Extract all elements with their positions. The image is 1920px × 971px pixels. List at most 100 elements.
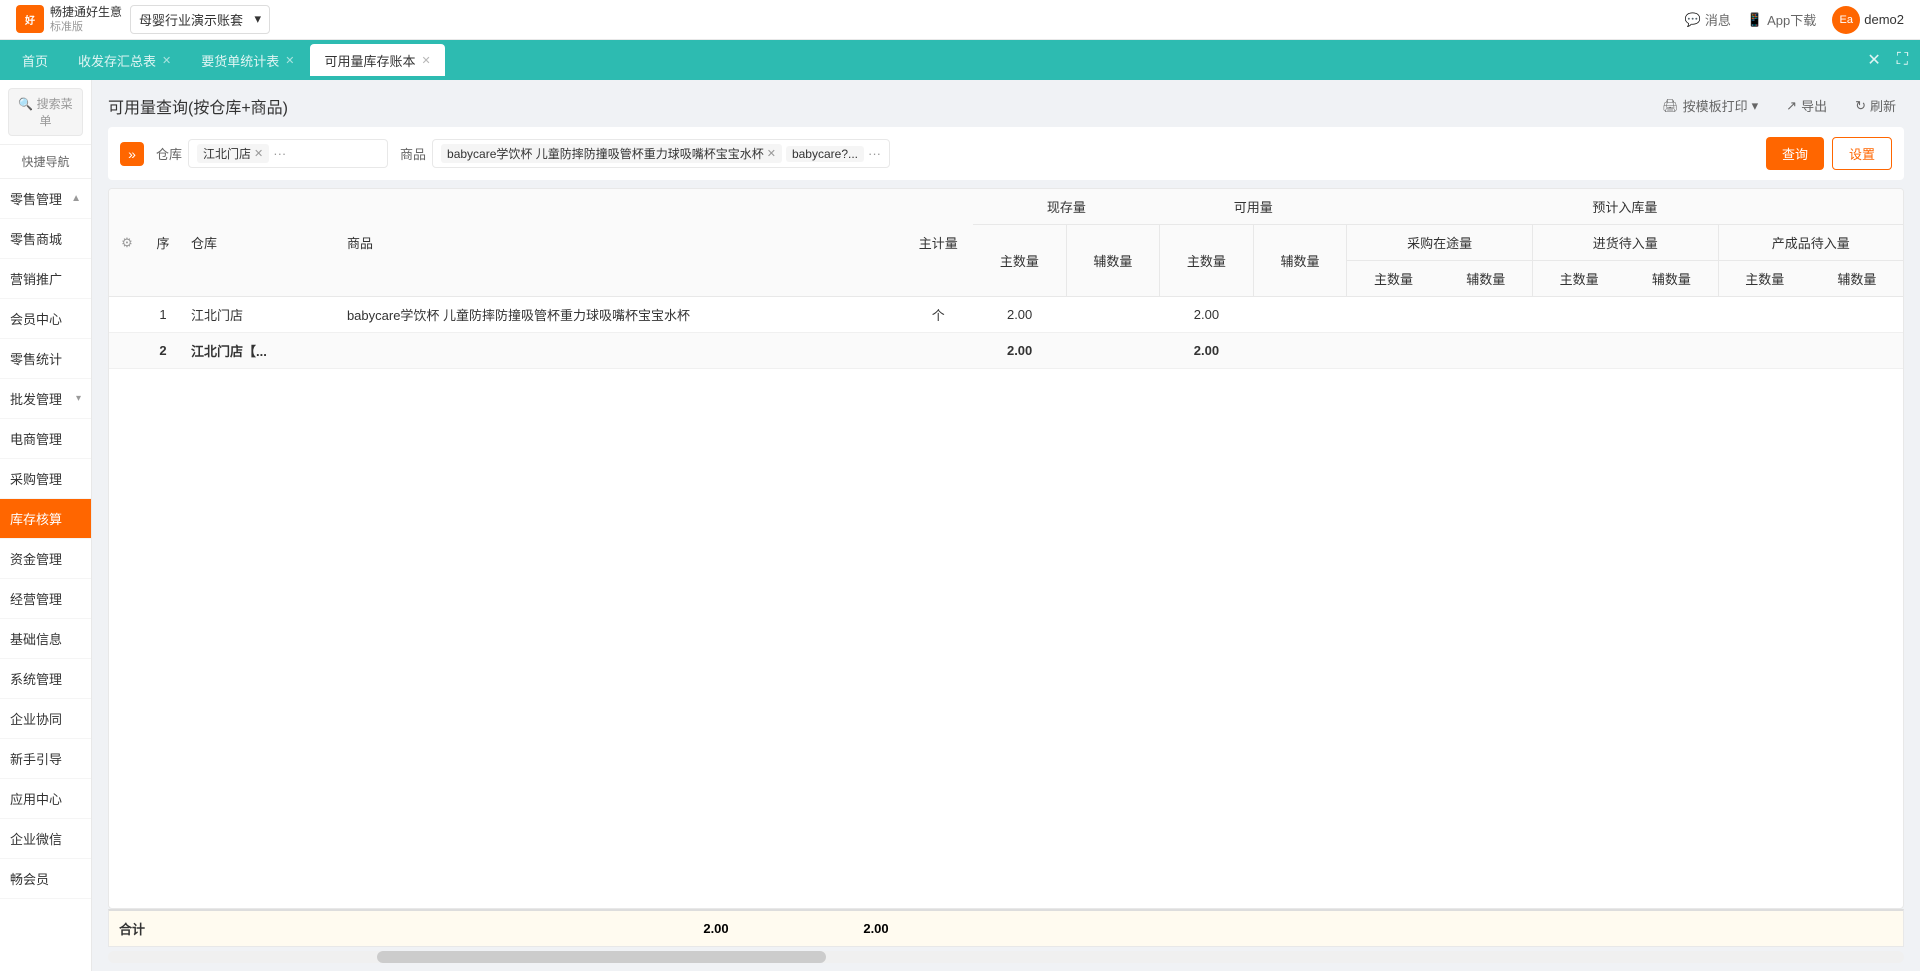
refresh-button[interactable]: ↻ 刷新: [1847, 92, 1904, 119]
product-column-header: 商品: [337, 189, 903, 297]
sidebar-item-inventory[interactable]: 库存核算: [0, 499, 91, 539]
sidebar-item-retail-mgmt[interactable]: 零售管理 ▲: [0, 179, 91, 219]
sidebar-item-wholesale-mgmt[interactable]: 批发管理 ▾: [0, 379, 91, 419]
quick-nav-button[interactable]: 快捷导航: [0, 145, 91, 179]
row-production-main: [1718, 297, 1811, 333]
sidebar-item-retail-stats[interactable]: 零售统计: [0, 339, 91, 379]
tab-order-stat[interactable]: 要货单统计表 ✕: [187, 44, 308, 76]
subtotal-stock-aux: [1066, 333, 1160, 369]
sidebar-item-finance-mgmt[interactable]: 资金管理: [0, 539, 91, 579]
tab-available-stock[interactable]: 可用量库存账本 ✕: [310, 44, 444, 76]
horizontal-scrollbar[interactable]: [108, 951, 1904, 963]
avail-aux-header: 辅数量: [1253, 225, 1347, 297]
available-group-header: 可用量: [1160, 189, 1347, 225]
user-profile[interactable]: Ea demo2: [1832, 6, 1904, 34]
sidebar-item-ecommerce-mgmt[interactable]: 电商管理: [0, 419, 91, 459]
row-purchase-aux: [1440, 297, 1533, 333]
row-incoming-main: [1532, 297, 1625, 333]
print-button[interactable]: 🖨 按模板打印 ▾: [1654, 92, 1766, 119]
product-tag1-delete[interactable]: ✕: [767, 147, 776, 160]
sidebar-item-app-center[interactable]: 应用中心: [0, 779, 91, 819]
production-main-header: 主数量: [1718, 261, 1811, 297]
settings-button[interactable]: 设置: [1832, 137, 1892, 170]
warehouse-more-btn[interactable]: ···: [273, 146, 286, 161]
sidebar-item-retail-mall[interactable]: 零售商城: [0, 219, 91, 259]
fullscreen-button[interactable]: ⛶: [1893, 47, 1912, 73]
subtotal-incoming-main: [1532, 333, 1625, 369]
warehouse-tag-delete[interactable]: ✕: [254, 147, 263, 160]
tab-controls: ✕ ⛶: [1855, 46, 1920, 74]
gear-icon[interactable]: ⚙: [121, 235, 133, 250]
search-menu-button[interactable]: 🔍 搜索菜单: [8, 88, 83, 136]
no-column-header: 序: [145, 189, 181, 297]
logo-icon: 好: [16, 5, 44, 33]
sidebar-search-area: 🔍 搜索菜单: [0, 80, 91, 145]
print-icon: 🖨: [1662, 98, 1679, 114]
tab-close-available[interactable]: ✕: [422, 54, 431, 67]
product-filter-field: 商品 babycare学饮杯 儿童防摔防撞吸管杯重力球吸嘴杯宝宝水杯 ✕ bab…: [400, 139, 890, 168]
close-tab-button[interactable]: ✕: [1863, 46, 1884, 74]
avatar: Ea: [1832, 6, 1860, 34]
sidebar-item-new-guide[interactable]: 新手引导: [0, 739, 91, 779]
subtotal-warehouse: 江北门店【...: [181, 333, 337, 369]
sidebar-item-vip-member[interactable]: 畅会员: [0, 859, 91, 899]
export-icon: ↗: [1786, 98, 1797, 114]
row-stock-aux: [1066, 297, 1160, 333]
row-purchase-main: [1347, 297, 1440, 333]
product-tag-1: babycare学饮杯 儿童防摔防撞吸管杯重力球吸嘴杯宝宝水杯 ✕: [441, 144, 782, 163]
avail-main-header: 主数量: [1160, 225, 1254, 297]
stock-main-header: 主数量: [973, 225, 1066, 297]
gear-column-header: ⚙: [109, 189, 145, 297]
sidebar-item-enterprise[interactable]: 企业协同: [0, 699, 91, 739]
tab-home[interactable]: 首页: [8, 44, 62, 76]
product-tag-2: babycare?...: [786, 146, 864, 162]
app-download-button[interactable]: 📱 App下载: [1747, 10, 1816, 29]
refresh-icon: ↻: [1855, 98, 1866, 114]
row-stock-main: 2.00: [973, 297, 1066, 333]
sidebar-item-marketing[interactable]: 营销推广: [0, 259, 91, 299]
subtotal-purchase-aux: [1440, 333, 1533, 369]
chevron-icon: ▲: [71, 193, 81, 204]
purchase-aux-header: 辅数量: [1440, 261, 1533, 297]
sidebar-item-base-info[interactable]: 基础信息: [0, 619, 91, 659]
tab-recv-summary[interactable]: 收发存汇总表 ✕: [64, 44, 185, 76]
footer-avail-main: 2.00: [836, 921, 916, 936]
warehouse-input[interactable]: 江北门店 ✕ ···: [188, 139, 388, 168]
row-incoming-aux: [1625, 297, 1718, 333]
industry-select[interactable]: 母婴行业演示账套 ▾: [130, 5, 270, 34]
sidebar-item-enterprise-wx[interactable]: 企业微信: [0, 819, 91, 859]
stock-group-header: 现存量: [973, 189, 1159, 225]
incoming-aux-header: 辅数量: [1625, 261, 1718, 297]
scroll-thumb[interactable]: [377, 951, 826, 963]
sidebar-item-member-center[interactable]: 会员中心: [0, 299, 91, 339]
row-gear: [109, 297, 145, 333]
subtotal-purchase-main: [1347, 333, 1440, 369]
product-more-btn[interactable]: ···: [868, 146, 881, 161]
chevron-down-icon: ▾: [254, 11, 261, 27]
query-button[interactable]: 查询: [1766, 137, 1824, 170]
unit-column-header: 主计量: [903, 189, 973, 297]
message-button[interactable]: 💬 消息: [1685, 10, 1731, 29]
row-unit: 个: [903, 297, 973, 333]
sidebar: 🔍 搜索菜单 快捷导航 零售管理 ▲ 零售商城 营销推广 会员中心 零售统计 批…: [0, 80, 92, 971]
row-no: 1: [145, 297, 181, 333]
table-row-subtotal: 2 江北门店【... 2.00 2.00: [109, 333, 1903, 369]
row-warehouse: 江北门店: [181, 297, 337, 333]
filter-toggle-button[interactable]: »: [120, 142, 144, 166]
production-pending-header: 产成品待入量: [1718, 225, 1903, 261]
tab-close-order[interactable]: ✕: [285, 54, 294, 67]
sidebar-item-purchase-mgmt[interactable]: 采购管理: [0, 459, 91, 499]
planned-group-header: 预计入库量: [1347, 189, 1903, 225]
top-bar: 好 畅捷通好生意 标准版 母婴行业演示账套 ▾ 💬 消息 📱 App下载 Ea …: [0, 0, 1920, 40]
sidebar-item-operation-mgmt[interactable]: 经营管理: [0, 579, 91, 619]
subtotal-gear: [109, 333, 145, 369]
warehouse-column-header: 仓库: [181, 189, 337, 297]
subtotal-stock-main: 2.00: [973, 333, 1066, 369]
top-bar-right: 💬 消息 📱 App下载 Ea demo2: [1685, 6, 1904, 34]
tab-close-recv[interactable]: ✕: [162, 54, 171, 67]
purchase-transit-header: 采购在途量: [1347, 225, 1533, 261]
row-production-aux: [1811, 297, 1903, 333]
export-button[interactable]: ↗ 导出: [1778, 92, 1835, 119]
product-input[interactable]: babycare学饮杯 儿童防摔防撞吸管杯重力球吸嘴杯宝宝水杯 ✕ babyca…: [432, 139, 890, 168]
sidebar-item-sys-mgmt[interactable]: 系统管理: [0, 659, 91, 699]
